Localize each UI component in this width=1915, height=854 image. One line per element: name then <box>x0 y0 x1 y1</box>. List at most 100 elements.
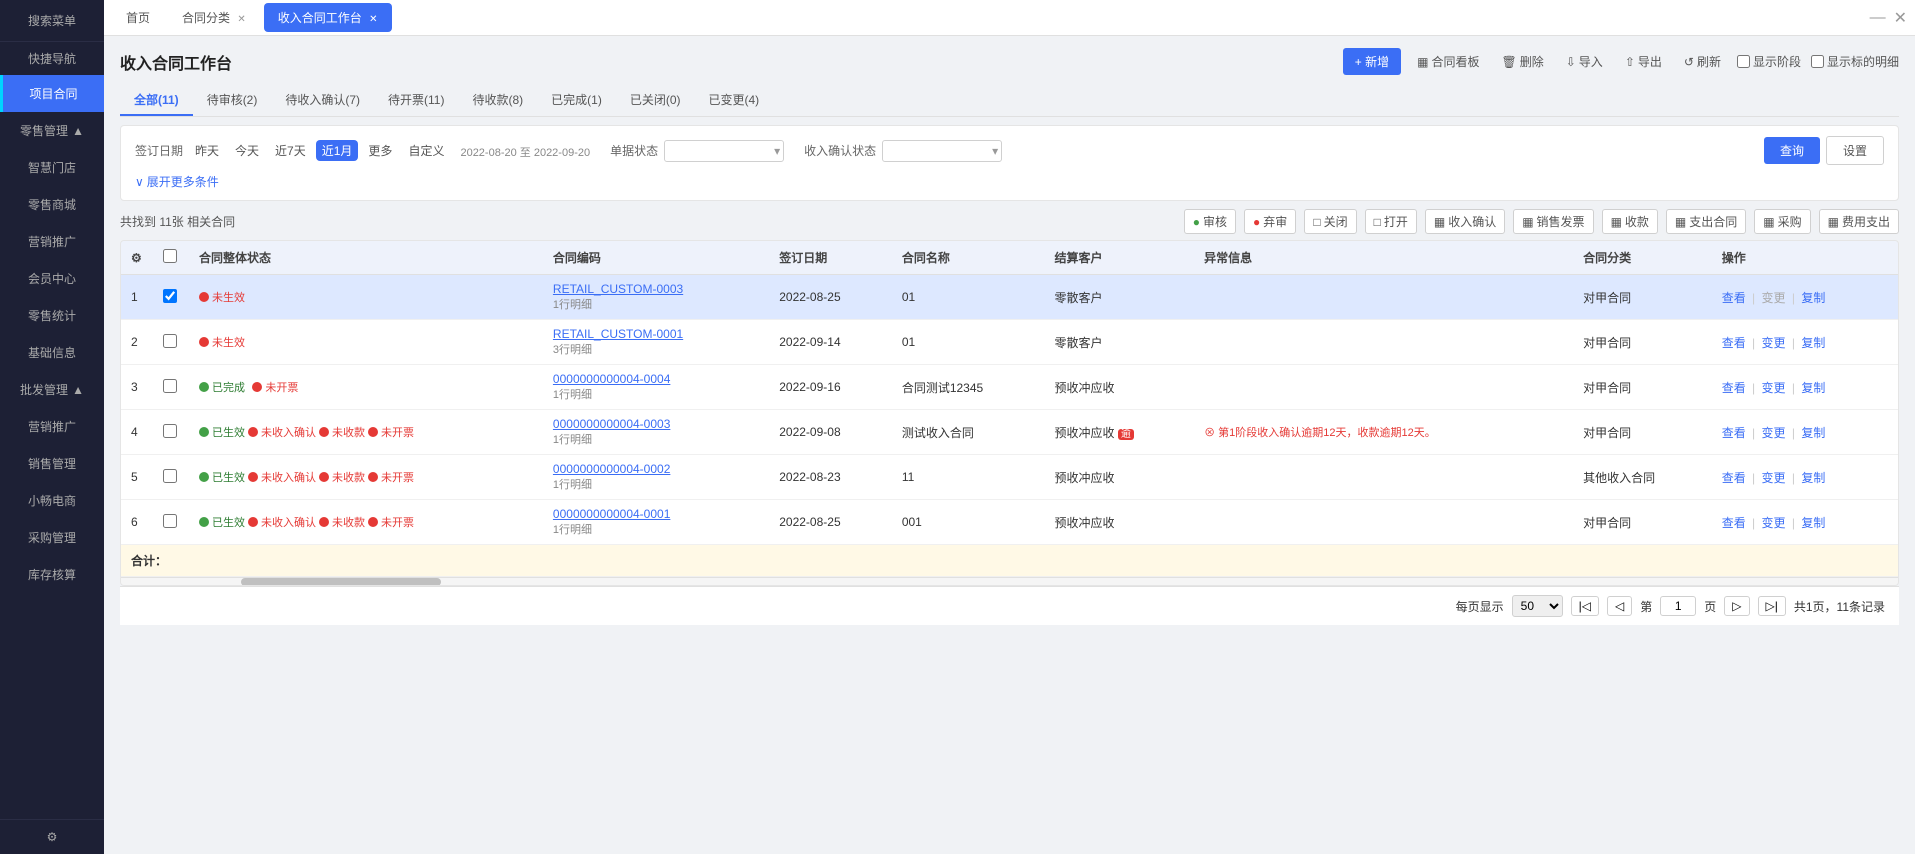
scroll-thumb[interactable] <box>241 578 441 586</box>
sales-invoice-btn[interactable]: ▦ 销售发票 <box>1513 209 1593 234</box>
contract-link-3[interactable]: 0000000000004-0004 <box>553 372 759 386</box>
edit-btn-6[interactable]: 变更 <box>1762 516 1786 530</box>
sidebar-item-marketing2[interactable]: 营销推广 <box>0 408 104 445</box>
contract-link-6[interactable]: 0000000000004-0001 <box>553 507 759 521</box>
filter-tab-completed[interactable]: 已完成(1) <box>537 85 616 116</box>
view-btn-5[interactable]: 查看 <box>1722 471 1746 485</box>
settings-button[interactable]: 设置 <box>1826 136 1884 165</box>
copy-btn-6[interactable]: 复制 <box>1801 516 1825 530</box>
show-detail-checkbox[interactable] <box>1811 55 1824 68</box>
col-settings[interactable]: ⚙ <box>121 241 153 275</box>
edit-btn-4[interactable]: 变更 <box>1762 426 1786 440</box>
sidebar-item-retail-stats[interactable]: 零售统计 <box>0 297 104 334</box>
date-opt-custom[interactable]: 自定义 <box>402 140 450 161</box>
payment-btn[interactable]: ▦ 收款 <box>1602 209 1658 234</box>
export-button[interactable]: ⇧ 导出 <box>1619 50 1668 73</box>
row-checkbox[interactable] <box>153 320 189 365</box>
tab-contract-category[interactable]: 合同分类 ✕ <box>168 3 260 32</box>
refresh-button[interactable]: ↺ 刷新 <box>1678 50 1727 73</box>
edit-btn-5[interactable]: 变更 <box>1762 471 1786 485</box>
tab-income-contract[interactable]: 收入合同工作台 ✕ <box>264 3 392 32</box>
kanban-button[interactable]: ▦ 合同看板 <box>1411 50 1485 73</box>
edit-btn-1[interactable]: 变更 <box>1762 291 1786 305</box>
edit-btn-2[interactable]: 变更 <box>1762 336 1786 350</box>
row-checkbox[interactable] <box>153 500 189 545</box>
sidebar-item-sales-mgmt[interactable]: 销售管理 <box>0 445 104 482</box>
purchase-btn[interactable]: ▦ 采购 <box>1754 209 1810 234</box>
sidebar-nav[interactable]: 快捷导航 <box>0 42 104 75</box>
close-tab-income-contract[interactable]: ✕ <box>369 14 377 25</box>
import-button[interactable]: ⇩ 导入 <box>1560 50 1609 73</box>
close-icon[interactable]: ✕ <box>1894 8 1907 28</box>
page-number-input[interactable] <box>1660 596 1696 616</box>
copy-btn-3[interactable]: 复制 <box>1801 381 1825 395</box>
filter-tab-changed[interactable]: 已变更(4) <box>695 85 774 116</box>
show-detail-checkbox-label[interactable]: 显示标的明细 <box>1811 53 1899 70</box>
confirm-status-select[interactable] <box>882 140 1002 162</box>
view-btn-1[interactable]: 查看 <box>1722 291 1746 305</box>
income-confirm-btn[interactable]: ▦ 收入确认 <box>1425 209 1505 234</box>
view-btn-3[interactable]: 查看 <box>1722 381 1746 395</box>
sidebar-item-retail-mgmt[interactable]: 零售管理▲ <box>0 112 104 149</box>
filter-tab-pending-confirm[interactable]: 待收入确认(7) <box>271 85 374 116</box>
view-btn-6[interactable]: 查看 <box>1722 516 1746 530</box>
view-btn-2[interactable]: 查看 <box>1722 336 1746 350</box>
expand-more-btn[interactable]: ∨ 展开更多条件 <box>135 173 1884 190</box>
sidebar-item-retail-mall[interactable]: 零售商城 <box>0 186 104 223</box>
sidebar-item-marketing[interactable]: 营销推广 <box>0 223 104 260</box>
next-page-btn[interactable]: ▷ <box>1724 596 1749 616</box>
col-checkbox[interactable] <box>153 241 189 275</box>
date-opt-today[interactable]: 今天 <box>229 140 265 161</box>
sidebar-settings[interactable]: ⚙ <box>0 819 104 854</box>
audit-btn[interactable]: ● 审核 <box>1184 209 1236 234</box>
copy-btn-4[interactable]: 复制 <box>1801 426 1825 440</box>
filter-tab-pending-review[interactable]: 待审核(2) <box>193 85 272 116</box>
select-all-checkbox[interactable] <box>163 249 177 263</box>
doc-status-select[interactable] <box>664 140 784 162</box>
show-stage-checkbox-label[interactable]: 显示阶段 <box>1737 53 1801 70</box>
filter-tab-all[interactable]: 全部(11) <box>120 85 193 116</box>
sidebar-item-wholesale-mgmt[interactable]: 批发管理▲ <box>0 371 104 408</box>
expense-contract-btn[interactable]: ▦ 支出合同 <box>1666 209 1746 234</box>
close-btn[interactable]: □ 关闭 <box>1304 209 1356 234</box>
abandon-audit-btn[interactable]: ● 弃审 <box>1244 209 1296 234</box>
show-stage-checkbox[interactable] <box>1737 55 1750 68</box>
date-opt-more[interactable]: 更多 <box>362 140 398 161</box>
filter-tab-closed[interactable]: 已关闭(0) <box>616 85 695 116</box>
filter-tab-pending-invoice[interactable]: 待开票(11) <box>374 85 458 116</box>
row-checkbox[interactable] <box>153 365 189 410</box>
first-page-btn[interactable]: |◁ <box>1571 596 1599 616</box>
sidebar-item-membership[interactable]: 会员中心 <box>0 260 104 297</box>
copy-btn-2[interactable]: 复制 <box>1801 336 1825 350</box>
sidebar-item-ecommerce[interactable]: 小畅电商 <box>0 482 104 519</box>
new-button[interactable]: + 新增 <box>1343 48 1401 75</box>
date-opt-7days[interactable]: 近7天 <box>269 140 312 161</box>
row-checkbox[interactable] <box>153 455 189 500</box>
date-opt-yesterday[interactable]: 昨天 <box>189 140 225 161</box>
per-page-select[interactable]: 50 100 <box>1512 595 1563 617</box>
open-btn[interactable]: □ 打开 <box>1365 209 1417 234</box>
minimize-icon[interactable]: — <box>1870 9 1886 27</box>
sidebar-item-basic-info[interactable]: 基础信息 <box>0 334 104 371</box>
sidebar-item-inventory[interactable]: 库存核算 <box>0 556 104 593</box>
row-checkbox[interactable] <box>153 410 189 455</box>
sidebar-search[interactable]: 搜索菜单 <box>0 0 104 42</box>
sidebar-item-project-contract[interactable]: 项目合同 <box>0 75 104 112</box>
delete-button[interactable]: 🗑 删除 <box>1495 50 1549 73</box>
close-tab-contract-category[interactable]: ✕ <box>237 14 245 25</box>
horizontal-scrollbar[interactable] <box>121 577 1898 585</box>
query-button[interactable]: 查询 <box>1764 137 1820 164</box>
contract-link-4[interactable]: 0000000000004-0003 <box>553 417 759 431</box>
copy-btn-1[interactable]: 复制 <box>1801 291 1825 305</box>
prev-page-btn[interactable]: ◁ <box>1607 596 1632 616</box>
expense-out-btn[interactable]: ▦ 费用支出 <box>1819 209 1899 234</box>
edit-btn-3[interactable]: 变更 <box>1762 381 1786 395</box>
contract-link-2[interactable]: RETAIL_CUSTOM-0001 <box>553 327 759 341</box>
sidebar-item-purchase-mgmt[interactable]: 采购管理 <box>0 519 104 556</box>
contract-link-5[interactable]: 0000000000004-0002 <box>553 462 759 476</box>
contract-link-1[interactable]: RETAIL_CUSTOM-0003 <box>553 282 759 296</box>
sidebar-item-smart-store[interactable]: 智慧门店 <box>0 149 104 186</box>
date-opt-1month[interactable]: 近1月 <box>316 140 359 161</box>
last-page-btn[interactable]: ▷| <box>1758 596 1786 616</box>
row-checkbox[interactable] <box>153 275 189 320</box>
